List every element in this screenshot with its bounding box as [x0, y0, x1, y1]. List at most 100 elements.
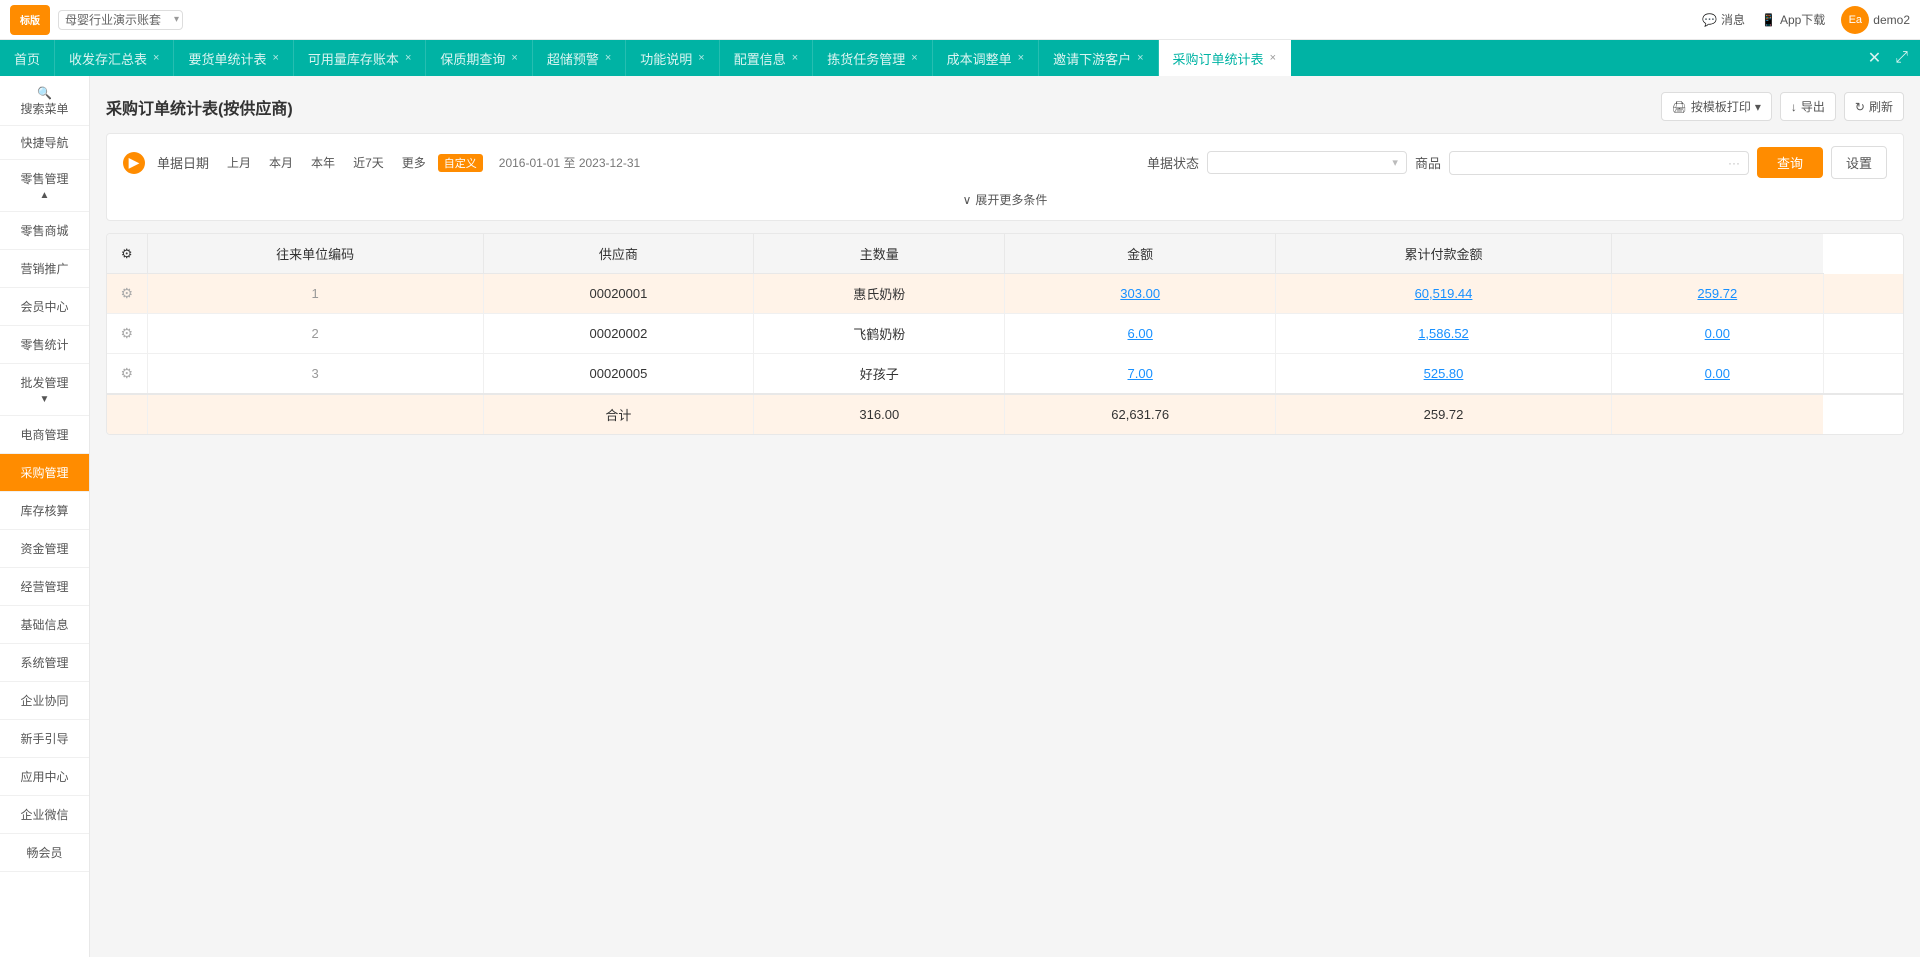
- row-1-qty[interactable]: 303.00: [1005, 274, 1275, 314]
- export-button[interactable]: ↓ 导出: [1780, 92, 1836, 121]
- row-2-extra: [1823, 314, 1903, 354]
- sidebar-item-inventory-check[interactable]: 库存核算: [0, 492, 89, 530]
- filter-toggle-button[interactable]: ▶: [123, 152, 145, 174]
- page-header: 采购订单统计表(按供应商) 🖨 按模板打印 ▾ ↓ 导出 ↻ 刷新: [106, 92, 1904, 121]
- tab-pick-task[interactable]: 拣货任务管理 ×: [813, 40, 932, 76]
- tab-purchase-stats[interactable]: 采购订单统计表 ×: [1159, 40, 1291, 76]
- row-1-amount[interactable]: 60,519.44: [1275, 274, 1611, 314]
- sidebar-item-new-guide[interactable]: 新手引导: [0, 720, 89, 758]
- template-print-button[interactable]: 🖨 按模板打印 ▾: [1661, 92, 1772, 121]
- status-select[interactable]: ▾: [1207, 151, 1407, 174]
- sidebar-item-operation-mgmt[interactable]: 经营管理: [0, 568, 89, 606]
- tab-close-cost-adjust[interactable]: ×: [1018, 52, 1024, 64]
- row-2-gear[interactable]: ⚙: [107, 314, 147, 354]
- row-2-amount[interactable]: 1,586.52: [1275, 314, 1611, 354]
- tab-close-invite-downstream[interactable]: ×: [1137, 52, 1143, 64]
- messages-icon-area[interactable]: 💬 消息: [1702, 11, 1745, 28]
- table-row: ⚙ 3 00020005 好孩子 7.00 525.80 0.00: [107, 354, 1903, 395]
- expand-more-conditions[interactable]: ∨ 展开更多条件: [123, 187, 1887, 208]
- row-1-supplier: 惠氏奶粉: [754, 274, 1005, 314]
- date-shortcut-more[interactable]: 更多: [396, 152, 432, 173]
- tab-config-info[interactable]: 配置信息 ×: [720, 40, 813, 76]
- goods-input[interactable]: ···: [1449, 151, 1749, 175]
- tab-close-function-desc[interactable]: ×: [698, 52, 704, 64]
- table-header-row: ⚙ 往来单位编码 供应商 主数量 金额 累计付款金额: [107, 234, 1903, 274]
- sidebar-item-enterprise-wechat[interactable]: 企业微信: [0, 796, 89, 834]
- sidebar-item-member-center[interactable]: 会员中心: [0, 288, 89, 326]
- sidebar-item-finance-mgmt[interactable]: 资金管理: [0, 530, 89, 568]
- date-shortcuts: 上月 本月 本年 近7天 更多 自定义: [221, 152, 483, 173]
- date-shortcut-last-month[interactable]: 上月: [221, 152, 257, 173]
- refresh-button[interactable]: ↻ 刷新: [1844, 92, 1904, 121]
- breadcrumb-select[interactable]: 母婴行业演示账套: [58, 10, 183, 30]
- footer-label: 合计: [483, 394, 753, 434]
- tab-close-overstock-warning[interactable]: ×: [605, 52, 611, 64]
- content-area: 采购订单统计表(按供应商) 🖨 按模板打印 ▾ ↓ 导出 ↻ 刷新: [90, 76, 1920, 957]
- sidebar-item-marketing[interactable]: 营销推广: [0, 250, 89, 288]
- tab-shelf-life[interactable]: 保质期查询 ×: [426, 40, 532, 76]
- col-settings[interactable]: ⚙: [107, 234, 147, 274]
- tab-function-desc[interactable]: 功能说明 ×: [626, 40, 719, 76]
- row-2-qty[interactable]: 6.00: [1005, 314, 1275, 354]
- row-1-gear[interactable]: ⚙: [107, 274, 147, 314]
- row-2-paid[interactable]: 0.00: [1612, 314, 1823, 354]
- sidebar-item-enterprise-collab[interactable]: 企业协同: [0, 682, 89, 720]
- tab-cost-adjust[interactable]: 成本调整单 ×: [933, 40, 1039, 76]
- sidebar-item-retail-store[interactable]: 零售商城: [0, 212, 89, 250]
- page-title: 采购订单统计表(按供应商): [106, 95, 293, 119]
- filter-area: ▶ 单据日期 上月 本月 本年 近7天 更多 自定义 2016-01-01 至 …: [106, 133, 1904, 221]
- tab-maximize-btn[interactable]: ⤢: [1889, 45, 1914, 71]
- sidebar-item-basic-info[interactable]: 基础信息: [0, 606, 89, 644]
- row-3-gear[interactable]: ⚙: [107, 354, 147, 395]
- footer-paid-amount: 259.72: [1275, 394, 1611, 434]
- chevron-down-icon: ▲: [40, 190, 50, 201]
- date-shortcut-this-year[interactable]: 本年: [305, 152, 341, 173]
- col-code: 往来单位编码: [147, 234, 483, 274]
- settings-button[interactable]: 设置: [1831, 146, 1887, 179]
- tab-close-config-info[interactable]: ×: [792, 52, 798, 64]
- tab-close-pick-task[interactable]: ×: [911, 52, 917, 64]
- page-actions: 🖨 按模板打印 ▾ ↓ 导出 ↻ 刷新: [1661, 92, 1904, 121]
- tab-home[interactable]: 首页: [0, 40, 55, 76]
- date-shortcut-last-7-days[interactable]: 近7天: [347, 152, 390, 173]
- sidebar-item-retail-stats[interactable]: 零售统计: [0, 326, 89, 364]
- tab-overstock-warning[interactable]: 超储预警 ×: [533, 40, 626, 76]
- col-extra: [1612, 234, 1823, 274]
- tab-close-purchase-stats[interactable]: ×: [1270, 52, 1276, 64]
- tab-close-shelf-life[interactable]: ×: [511, 52, 517, 64]
- app-download-area[interactable]: 📱 App下载: [1761, 11, 1825, 28]
- sidebar-item-member[interactable]: 畅会员: [0, 834, 89, 872]
- tab-available-inventory[interactable]: 可用量库存账本 ×: [294, 40, 426, 76]
- sidebar-quick-nav[interactable]: 快捷导航: [0, 126, 89, 160]
- row-3-code: 00020005: [483, 354, 753, 395]
- row-3-amount[interactable]: 525.80: [1275, 354, 1611, 395]
- breadcrumb-wrapper[interactable]: 母婴行业演示账套: [58, 10, 183, 30]
- date-shortcut-this-month[interactable]: 本月: [263, 152, 299, 173]
- tab-close-all-btn[interactable]: ✕: [1862, 44, 1887, 72]
- sidebar-item-purchase-mgmt[interactable]: 采购管理: [0, 454, 89, 492]
- tab-close-order-stats[interactable]: ×: [272, 52, 278, 64]
- sidebar-item-retail-mgmt[interactable]: 零售管理 ▲: [0, 160, 89, 212]
- footer-qty: 316.00: [754, 394, 1005, 434]
- user-area[interactable]: Ea demo2: [1841, 6, 1910, 34]
- row-3-qty[interactable]: 7.00: [1005, 354, 1275, 395]
- query-button[interactable]: 查询: [1757, 147, 1823, 178]
- row-1-paid[interactable]: 259.72: [1612, 274, 1823, 314]
- status-label: 单据状态: [1147, 153, 1199, 172]
- table-footer-row: 合计 316.00 62,631.76 259.72: [107, 394, 1903, 434]
- row-3-paid[interactable]: 0.00: [1612, 354, 1823, 395]
- footer-amount: 62,631.76: [1005, 394, 1275, 434]
- sidebar-item-app-center[interactable]: 应用中心: [0, 758, 89, 796]
- sidebar-search[interactable]: 🔍 搜索菜单: [0, 76, 89, 126]
- tab-order-stats[interactable]: 要货单统计表 ×: [174, 40, 293, 76]
- tab-close-available-inventory[interactable]: ×: [405, 52, 411, 64]
- sidebar-item-ecommerce-mgmt[interactable]: 电商管理: [0, 416, 89, 454]
- sidebar-item-system-mgmt[interactable]: 系统管理: [0, 644, 89, 682]
- sidebar-item-wholesale-mgmt[interactable]: 批发管理 ▼: [0, 364, 89, 416]
- tab-invite-downstream[interactable]: 邀请下游客户 ×: [1039, 40, 1158, 76]
- date-custom-badge[interactable]: 自定义: [438, 154, 483, 172]
- ellipsis-icon: ···: [1728, 156, 1740, 170]
- tab-close-receive-summary[interactable]: ×: [153, 52, 159, 64]
- tab-receive-summary[interactable]: 收发存汇总表 ×: [55, 40, 174, 76]
- row-2-code: 00020002: [483, 314, 753, 354]
